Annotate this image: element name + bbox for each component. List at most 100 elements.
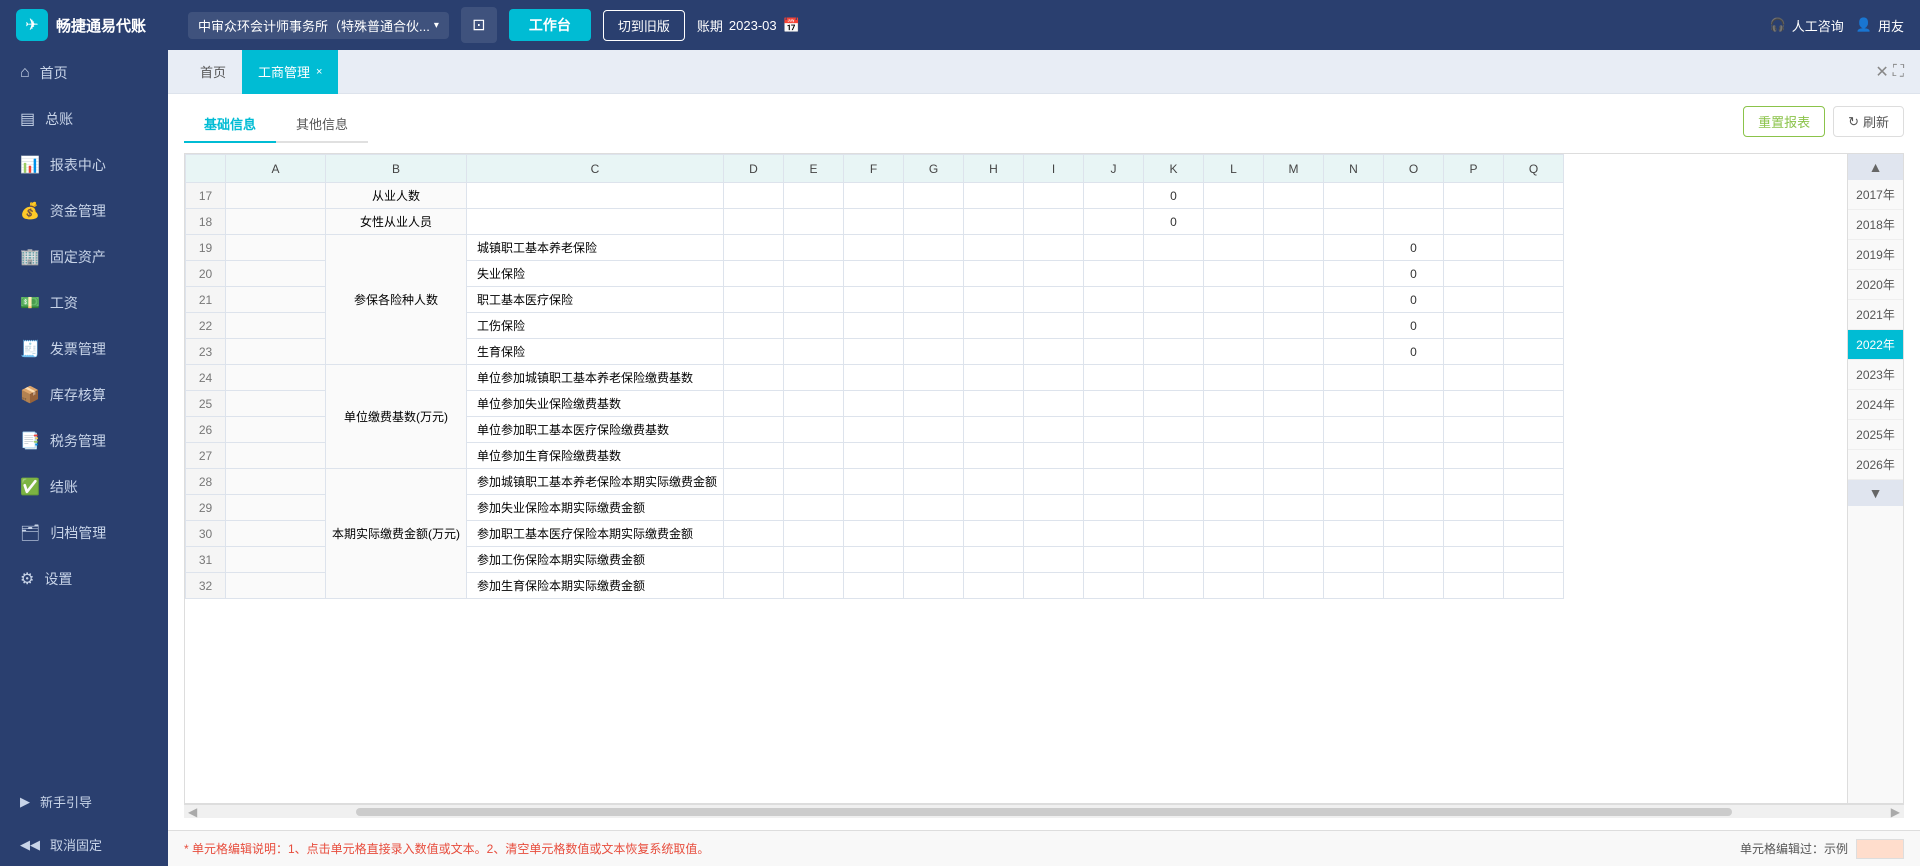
cell-n[interactable]	[1324, 287, 1384, 313]
cell-a[interactable]	[226, 261, 326, 287]
sidebar-item-checkout[interactable]: ✅ 结账	[0, 464, 168, 510]
cell-h[interactable]	[964, 287, 1024, 313]
year-item[interactable]: 2024年	[1848, 390, 1903, 420]
cell-l[interactable]	[1204, 235, 1264, 261]
col-header-c[interactable]: C	[467, 155, 724, 183]
cell-h[interactable]	[964, 261, 1024, 287]
year-item[interactable]: 2019年	[1848, 240, 1903, 270]
year-item[interactable]: 2020年	[1848, 270, 1903, 300]
cell-a[interactable]	[226, 547, 326, 573]
cell-q[interactable]	[1504, 183, 1564, 209]
year-item[interactable]: 2017年	[1848, 180, 1903, 210]
tab-business[interactable]: 工商管理 ×	[242, 50, 338, 94]
cell-a[interactable]	[226, 287, 326, 313]
cell-q[interactable]	[1504, 547, 1564, 573]
cell-o[interactable]: 0	[1384, 287, 1444, 313]
cell-m[interactable]	[1264, 183, 1324, 209]
cell-k[interactable]	[1144, 339, 1204, 365]
cell-i[interactable]	[1024, 391, 1084, 417]
cell-f[interactable]	[844, 183, 904, 209]
cell-h[interactable]	[964, 183, 1024, 209]
cell-g[interactable]	[904, 209, 964, 235]
cell-m[interactable]	[1264, 339, 1324, 365]
cell-a[interactable]	[226, 183, 326, 209]
cell-o[interactable]	[1384, 183, 1444, 209]
old-version-button[interactable]: 切到旧版	[603, 10, 685, 41]
cell-o[interactable]	[1384, 417, 1444, 443]
cell-m[interactable]	[1264, 287, 1324, 313]
cell-q[interactable]	[1504, 495, 1564, 521]
cell-a[interactable]	[226, 521, 326, 547]
cell-l[interactable]	[1204, 209, 1264, 235]
cell-p[interactable]	[1444, 287, 1504, 313]
consult-button[interactable]: 🎧 人工咨询	[1770, 16, 1844, 35]
cell-q[interactable]	[1504, 235, 1564, 261]
cell-c[interactable]	[467, 183, 724, 209]
cell-j[interactable]	[1084, 573, 1144, 599]
cell-a[interactable]	[226, 391, 326, 417]
cell-i[interactable]	[1024, 443, 1084, 469]
cell-g[interactable]	[904, 339, 964, 365]
cell-m[interactable]	[1264, 365, 1324, 391]
cell-q[interactable]	[1504, 391, 1564, 417]
cell-p[interactable]	[1444, 365, 1504, 391]
cell-d[interactable]	[724, 495, 784, 521]
col-header-b[interactable]: B	[326, 155, 467, 183]
cell-e[interactable]	[784, 365, 844, 391]
cell-d[interactable]	[724, 339, 784, 365]
cell-g[interactable]	[904, 573, 964, 599]
cell-k[interactable]	[1144, 261, 1204, 287]
sidebar-item-home[interactable]: ⌂ 首页	[0, 50, 168, 96]
cell-n[interactable]	[1324, 209, 1384, 235]
cell-f[interactable]	[844, 287, 904, 313]
cell-g[interactable]	[904, 313, 964, 339]
cell-n[interactable]	[1324, 417, 1384, 443]
cell-j[interactable]	[1084, 339, 1144, 365]
cell-m[interactable]	[1264, 547, 1324, 573]
cell-j[interactable]	[1084, 469, 1144, 495]
cell-q[interactable]	[1504, 209, 1564, 235]
cell-h[interactable]	[964, 365, 1024, 391]
cell-h[interactable]	[964, 209, 1024, 235]
cell-o[interactable]	[1384, 469, 1444, 495]
cell-f[interactable]	[844, 261, 904, 287]
cell-k[interactable]	[1144, 469, 1204, 495]
cell-n[interactable]	[1324, 261, 1384, 287]
cell-d[interactable]	[724, 417, 784, 443]
col-header-j[interactable]: J	[1084, 155, 1144, 183]
cell-b[interactable]: 本期实际缴费金额(万元)	[326, 469, 467, 599]
cell-n[interactable]	[1324, 547, 1384, 573]
workbench-button[interactable]: 工作台	[509, 9, 591, 41]
cell-n[interactable]	[1324, 313, 1384, 339]
cell-l[interactable]	[1204, 547, 1264, 573]
cell-e[interactable]	[784, 235, 844, 261]
cell-p[interactable]	[1444, 261, 1504, 287]
cell-o[interactable]	[1384, 573, 1444, 599]
cell-l[interactable]	[1204, 417, 1264, 443]
cell-h[interactable]	[964, 313, 1024, 339]
cell-o[interactable]: 0	[1384, 261, 1444, 287]
cell-p[interactable]	[1444, 417, 1504, 443]
cell-o[interactable]: 0	[1384, 339, 1444, 365]
cell-g[interactable]	[904, 417, 964, 443]
col-header-e[interactable]: E	[784, 155, 844, 183]
sidebar-item-invoice[interactable]: 🧾 发票管理	[0, 326, 168, 372]
cell-f[interactable]	[844, 313, 904, 339]
col-header-i[interactable]: I	[1024, 155, 1084, 183]
spreadsheet-scroll-area[interactable]: A B C D E F G H I J K L	[185, 154, 1847, 803]
close-panel-icon[interactable]: ✕	[1875, 62, 1888, 82]
cell-a[interactable]	[226, 313, 326, 339]
cell-a[interactable]	[226, 469, 326, 495]
cell-n[interactable]	[1324, 495, 1384, 521]
col-header-h[interactable]: H	[964, 155, 1024, 183]
cell-c[interactable]: 单位参加失业保险缴费基数	[467, 391, 724, 417]
cell-e[interactable]	[784, 547, 844, 573]
cell-f[interactable]	[844, 521, 904, 547]
cell-i[interactable]	[1024, 183, 1084, 209]
close-icon[interactable]: ×	[316, 66, 322, 78]
cell-m[interactable]	[1264, 209, 1324, 235]
cell-l[interactable]	[1204, 521, 1264, 547]
cell-a[interactable]	[226, 417, 326, 443]
cell-c[interactable]: 参加城镇职工基本养老保险本期实际缴费金额	[467, 469, 724, 495]
cell-d[interactable]	[724, 261, 784, 287]
